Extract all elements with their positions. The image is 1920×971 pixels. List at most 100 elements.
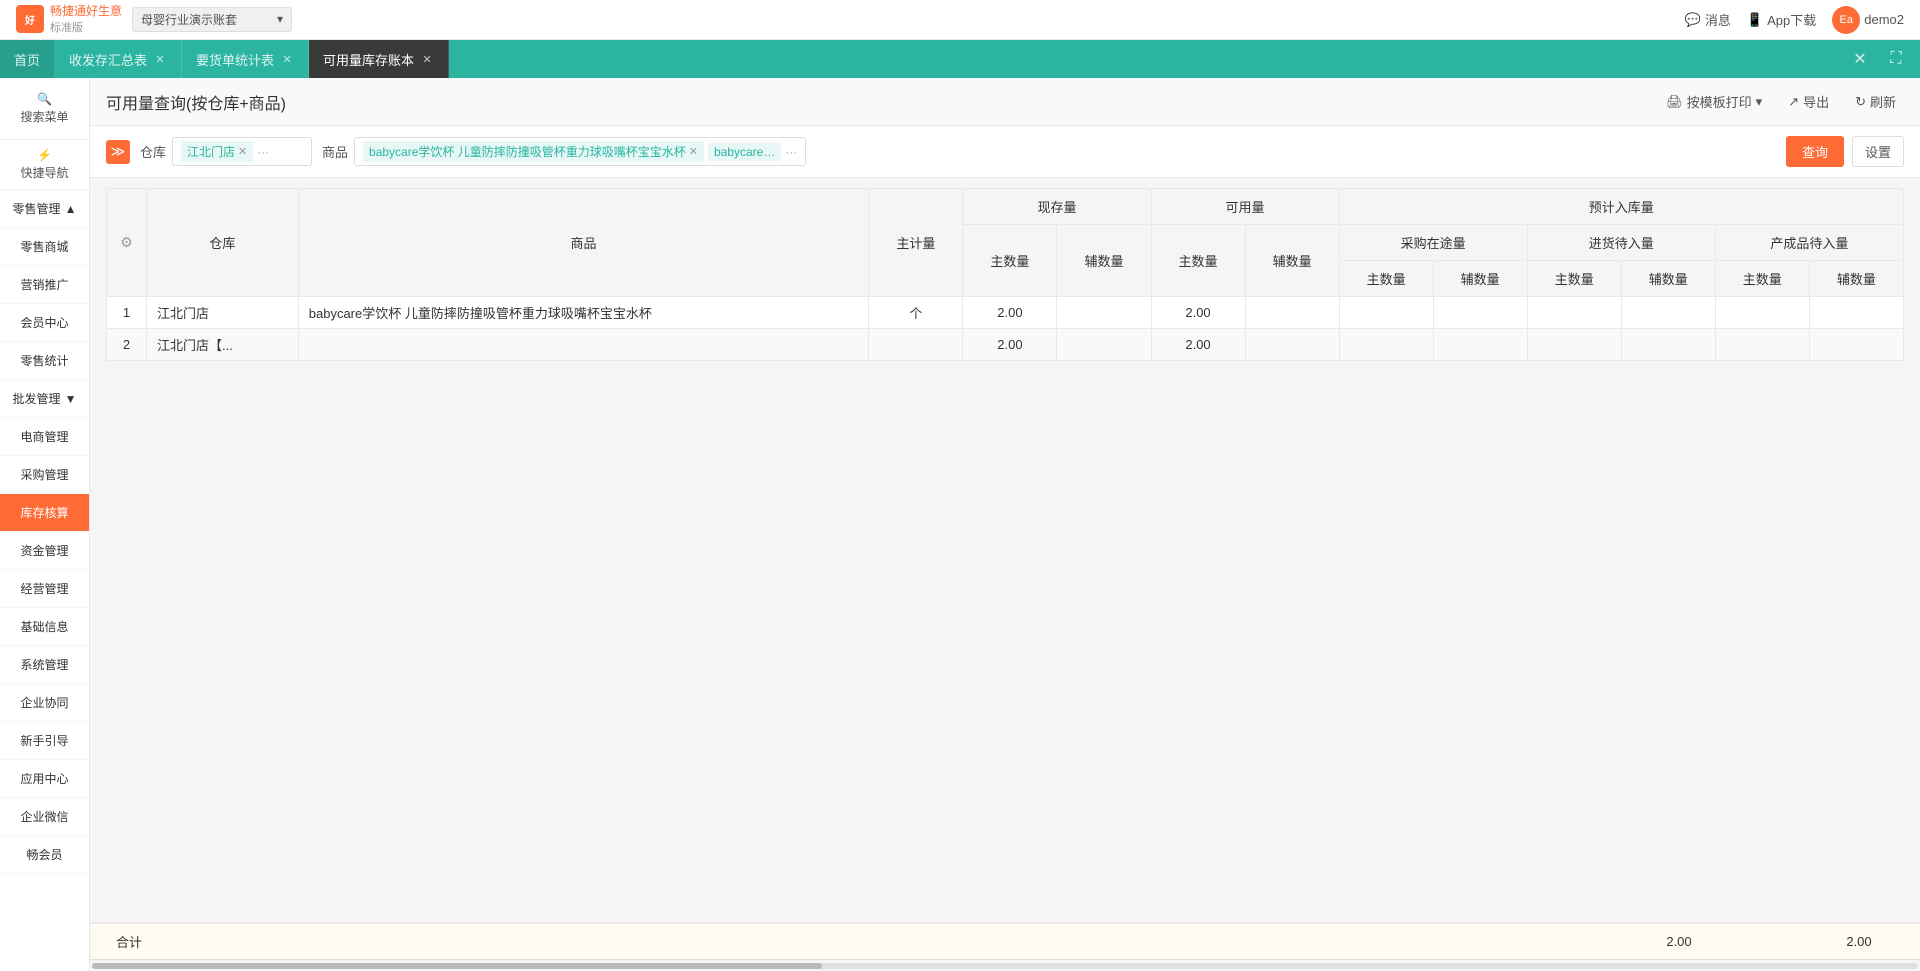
sidebar-item-member-center[interactable]: 会员中心 [0,304,89,342]
query-btn[interactable]: 查询 [1786,136,1844,167]
footer-avail-main: 2.00 [1814,934,1904,949]
sidebar-item-ecommerce[interactable]: 电商管理 [0,418,89,456]
th-planned-in-label: 预计入库量 [1589,200,1654,215]
filter-warehouse-tag-close[interactable]: ✕ [238,145,247,158]
fullscreen-btn[interactable]: ⛶ [1882,45,1910,73]
filter-warehouse-input[interactable]: 江北门店 ✕ ··· [172,137,312,166]
cell-incoming-main-2 [1527,329,1621,361]
th-incoming-group: 进货待入量 [1527,225,1715,261]
refresh-icon: ↻ [1855,94,1866,110]
dropdown-arrow-icon: ▾ [277,12,283,26]
sidebar-item-ecommerce-label: 电商管理 [20,428,68,445]
content-area: 可用量查询(按仓库+商品) 🖨 按模板打印 ▾ ↗ 导出 ↻ 刷新 ≫ [90,78,1920,971]
sidebar-item-operations-label: 经营管理 [20,580,68,597]
logo-area: 好 畅捷通好生意 标准版 [16,4,122,34]
th-planned-in-group: 预计入库量 [1339,189,1903,225]
filter-product-tag-close[interactable]: ✕ [689,145,698,158]
industry-selector[interactable]: 母婴行业演示账套 ▾ [132,7,292,32]
th-avail-aux: 辅数量 [1245,225,1339,297]
th-avail-main-label: 主数量 [1179,254,1218,269]
sidebar-item-marketing-label: 营销推广 [20,276,68,293]
message-label: 消息 [1705,10,1731,29]
cell-warehouse-2: 江北门店【... [147,329,299,361]
industry-label: 母婴行业演示账套 [141,11,237,28]
settings-btn[interactable]: 设置 [1852,136,1904,167]
cell-incoming-main-1 [1527,297,1621,329]
main-layout: 🔍 搜索菜单 ⚡ 快捷导航 零售管理 ▲ 零售商城 营销推广 会员中心 零售统计… [0,78,1920,971]
search-menu-btn[interactable]: 🔍 搜索菜单 [8,88,81,129]
tab-available[interactable]: 可用量库存账本 ✕ [309,40,449,78]
nav-tabs-right: ✕ ⛶ [1846,40,1920,78]
sidebar-item-retail-mgmt-label: 零售管理 [13,200,61,217]
sidebar-item-enterprise-label: 企业协同 [20,694,68,711]
sidebar-item-inventory[interactable]: 库存核算 [0,494,89,532]
close-all-tabs-btn[interactable]: ✕ [1846,45,1874,73]
sidebar-item-app-center-label: 应用中心 [20,770,68,787]
app-download-btn[interactable]: 📱 App下载 [1747,10,1816,29]
sidebar-item-retail-store[interactable]: 零售商城 [0,228,89,266]
tab-receivable[interactable]: 收发存汇总表 ✕ [55,40,182,78]
export-icon: ↗ [1788,94,1799,110]
cell-unit-1: 个 [869,297,963,329]
filter-warehouse-label: 仓库 [140,142,166,161]
print-template-btn[interactable]: 🖨 按模板打印 ▾ [1658,88,1770,115]
refresh-btn[interactable]: ↻ 刷新 [1847,88,1904,115]
sidebar-item-finance-label: 资金管理 [20,542,68,559]
cell-unit-2 [869,329,963,361]
avatar-text: Ea [1840,14,1853,26]
filter-warehouse-field: 仓库 江北门店 ✕ ··· [140,137,312,166]
search-icon: 🔍 [37,92,52,106]
cell-pur-transit-main-1 [1339,297,1433,329]
app-download-label: App下载 [1767,10,1816,29]
sidebar-item-enterprise-wechat[interactable]: 企业微信 [0,798,89,836]
sidebar-item-new-guide[interactable]: 新手引导 [0,722,89,760]
tab-available-label: 可用量库存账本 [323,50,414,69]
th-purchase-transit-group: 采购在途量 [1339,225,1527,261]
tab-home[interactable]: 首页 [0,40,55,78]
tab-requisition[interactable]: 要货单统计表 ✕ [182,40,309,78]
horizontal-scrollbar[interactable] [90,959,1920,971]
export-btn[interactable]: ↗ 导出 [1780,88,1837,115]
sidebar-item-retail-stats[interactable]: 零售统计 [0,342,89,380]
th-current-stock-label: 现存量 [1037,200,1076,215]
sidebar-item-basic-info[interactable]: 基础信息 [0,608,89,646]
tab-home-label: 首页 [14,50,40,69]
sidebar-item-enterprise[interactable]: 企业协同 [0,684,89,722]
sidebar-item-purchase[interactable]: 采购管理 [0,456,89,494]
table-container: ⚙ 仓库 商品 主计量 现存量 [90,178,1920,922]
tab-receivable-label: 收发存汇总表 [69,50,147,69]
sidebar-item-operations[interactable]: 经营管理 [0,570,89,608]
th-products-pending-group: 产成品待入量 [1715,225,1903,261]
sidebar-item-retail-store-label: 零售商城 [20,238,68,255]
cell-stock-aux-1 [1057,297,1151,329]
th-stock-aux: 辅数量 [1057,225,1151,297]
page-actions: 🖨 按模板打印 ▾ ↗ 导出 ↻ 刷新 [1658,88,1904,115]
sidebar-item-retail-mgmt[interactable]: 零售管理 ▲ [0,190,89,228]
nav-tabs: 首页 收发存汇总表 ✕ 要货单统计表 ✕ 可用量库存账本 ✕ ✕ ⛶ [0,40,1920,78]
sidebar-item-wholesale-mgmt[interactable]: 批发管理 ▼ [0,380,89,418]
print-arrow-icon: ▾ [1756,94,1763,110]
tab-receivable-close[interactable]: ✕ [153,52,167,66]
sidebar-item-finance[interactable]: 资金管理 [0,532,89,570]
quick-nav-btn[interactable]: ⚡ 快捷导航 [0,140,89,190]
search-menu-label: 搜索菜单 [20,108,68,125]
cell-products-aux-1 [1809,297,1903,329]
sidebar-item-app-center[interactable]: 应用中心 [0,760,89,798]
tab-available-close[interactable]: ✕ [420,52,434,66]
table-settings-icon[interactable]: ⚙ [120,234,133,250]
filter-product-input[interactable]: babycare学饮杯 儿童防摔防撞吸管杯重力球吸嘴杯宝宝水杯 ✕ babyca… [354,137,806,166]
th-stock-main-label: 主数量 [990,254,1029,269]
user-avatar-btn[interactable]: Ea demo2 [1832,6,1904,34]
filter-product-more[interactable]: ··· [785,145,797,159]
message-btn[interactable]: 💬 消息 [1685,10,1731,29]
filter-expand-btn[interactable]: ≫ [106,140,130,164]
sidebar-item-vip-member[interactable]: 畅会员 [0,836,89,874]
message-icon: 💬 [1685,12,1701,28]
sidebar-item-marketing[interactable]: 营销推广 [0,266,89,304]
tab-requisition-close[interactable]: ✕ [280,52,294,66]
cell-stock-main-2: 2.00 [963,329,1057,361]
scrollbar-thumb[interactable] [92,963,822,969]
filter-warehouse-more[interactable]: ··· [257,145,269,159]
sidebar-item-sys-mgmt[interactable]: 系统管理 [0,646,89,684]
cell-no-2: 2 [107,329,147,361]
